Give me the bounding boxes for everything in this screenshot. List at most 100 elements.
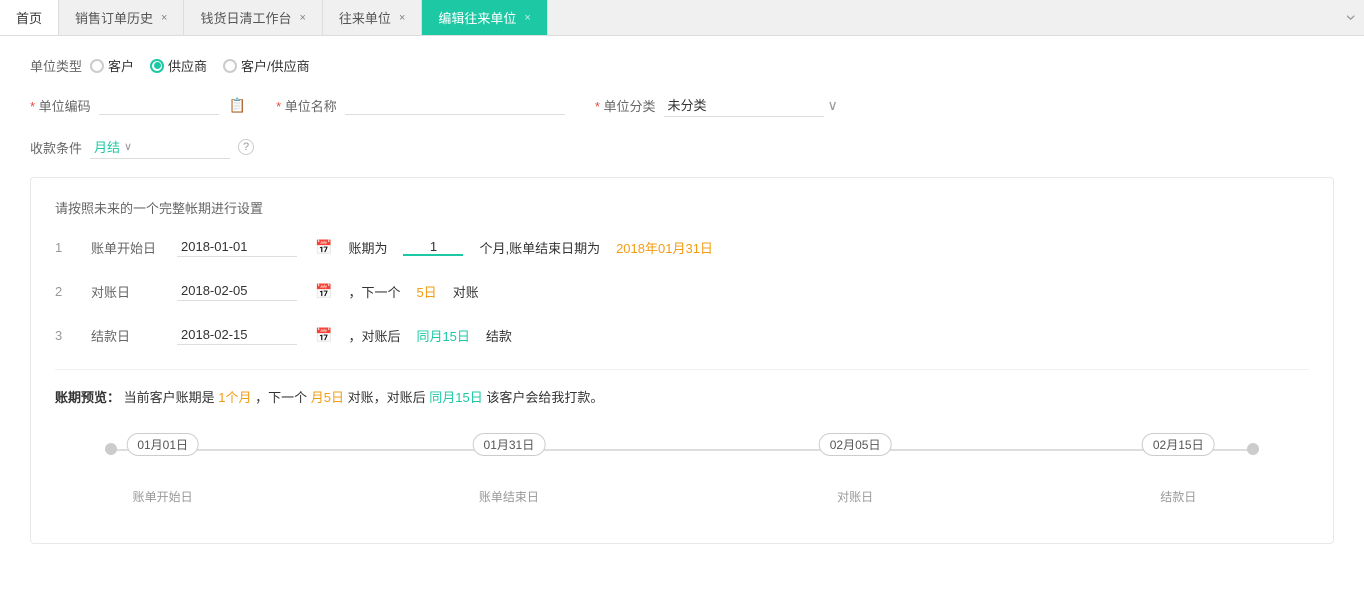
card-title: 请按照未来的一个完整帐期进行设置 <box>55 198 1309 217</box>
unit-type-radio-group: 客户 供应商 客户/供应商 <box>90 56 310 75</box>
timeline-node-1-badge: 01月01日 <box>126 433 199 456</box>
row-3-cal-icon[interactable]: 📅 <box>315 327 332 344</box>
payment-condition-help-icon[interactable]: ? <box>238 139 254 155</box>
data-row-2: 2 对账日 📅 ，下一个 5日 对账 <box>55 281 1309 301</box>
radio-both[interactable]: 客户/供应商 <box>223 56 310 75</box>
tab-sales-history-close[interactable]: × <box>161 12 167 24</box>
tab-sales-history-label: 销售订单历史 <box>75 8 153 27</box>
tab-edit-partner-close[interactable]: × <box>524 12 530 24</box>
preview-text-mid1: ，下一个 <box>255 390 307 405</box>
row-3-label: 结款日 <box>91 326 161 345</box>
unit-class-select-wrapper: 未分类 ∨ <box>664 93 838 117</box>
radio-customer-circle <box>90 59 104 73</box>
tab-home[interactable]: 首页 <box>0 0 59 35</box>
row-3-suffix-pre: ，对账后 <box>348 326 400 345</box>
tab-cash-work-close[interactable]: × <box>299 12 305 24</box>
unit-class-value: 未分类 <box>664 93 824 117</box>
tab-partner-close[interactable]: × <box>399 12 405 24</box>
row-1-suffix-after: 个月,账单结束日期为 <box>479 238 600 257</box>
tab-home-label: 首页 <box>16 8 42 27</box>
payment-condition-field: 收款条件 月结 ∨ ? <box>30 135 254 159</box>
data-row-3: 3 结款日 📅 ，对账后 同月15日 结款 <box>55 325 1309 345</box>
unit-class-dropdown-icon[interactable]: ∨ <box>828 97 838 114</box>
unit-name-field: 单位名称 河南供应商22 <box>276 95 565 115</box>
timeline-node-4: 02月15日 结款日 <box>1142 433 1215 505</box>
timeline-wrapper: 01月01日 账单开始日 01月31日 账单结束日 02月05日 对账日 <box>55 433 1309 513</box>
unit-info-row: 单位编码 000001 📋 单位名称 河南供应商22 单位分类 未分类 ∨ <box>30 93 1334 117</box>
row-1-month-input[interactable] <box>403 239 463 256</box>
unit-code-copy-icon[interactable]: 📋 <box>229 97 246 114</box>
row-3-highlight: 同月15日 <box>416 326 469 345</box>
tab-edit-partner-label: 编辑往来单位 <box>438 8 516 27</box>
payment-condition-select-wrapper[interactable]: 月结 ∨ <box>90 135 230 159</box>
radio-supplier[interactable]: 供应商 <box>150 56 207 75</box>
tab-more-button[interactable]: › <box>1338 0 1364 35</box>
row-2-suffix-pre: ，下一个 <box>348 282 400 301</box>
row-3-num: 3 <box>55 328 75 343</box>
preview-label: 账期预览： <box>55 390 120 405</box>
timeline-node-2: 01月31日 账单结束日 <box>473 433 546 505</box>
row-1-date-input[interactable] <box>177 237 297 257</box>
timeline-node-3: 02月05日 对账日 <box>819 433 892 505</box>
tab-cash-work-label: 钱货日清工作台 <box>200 8 291 27</box>
payment-condition-label: 收款条件 <box>30 138 82 157</box>
row-2-num: 2 <box>55 284 75 299</box>
unit-code-label: 单位编码 <box>30 96 91 115</box>
row-2-label: 对账日 <box>91 282 161 301</box>
timeline-node-1-label: 账单开始日 <box>133 488 193 505</box>
preview-section: 账期预览： 当前客户账期是 1个月 ，下一个 月5日 对账，对账后 同月15日 … <box>55 369 1309 409</box>
unit-class-label: 单位分类 <box>595 96 656 115</box>
timeline-node-3-badge: 02月05日 <box>819 433 892 456</box>
timeline-node-1: 01月01日 账单开始日 <box>126 433 199 505</box>
preview-highlight1: 1个月 <box>218 390 251 405</box>
unit-code-input[interactable]: 000001 <box>99 95 219 115</box>
unit-code-field: 单位编码 000001 📋 <box>30 95 246 115</box>
preview-text-mid2: 对账，对账后 <box>348 390 426 405</box>
preview-text-after: 该客户会给我打款。 <box>486 390 603 405</box>
unit-type-label: 单位类型 <box>30 56 82 75</box>
unit-type-field: 单位类型 客户 供应商 客户/供应商 <box>30 56 310 75</box>
timeline-nodes: 01月01日 账单开始日 01月31日 账单结束日 02月05日 对账日 <box>105 433 1259 513</box>
preview-highlight2: 月5日 <box>311 390 344 405</box>
radio-customer-label: 客户 <box>108 56 134 75</box>
preview-highlight3: 同月15日 <box>429 390 482 405</box>
row-2-date-input[interactable] <box>177 281 297 301</box>
unit-type-row: 单位类型 客户 供应商 客户/供应商 <box>30 56 1334 75</box>
row-1-cal-icon[interactable]: 📅 <box>315 239 332 256</box>
timeline-node-2-badge: 01月31日 <box>473 433 546 456</box>
tab-cash-work[interactable]: 钱货日清工作台 × <box>184 0 322 35</box>
row-1-label: 账单开始日 <box>91 238 161 257</box>
timeline-node-3-label: 对账日 <box>837 488 873 505</box>
timeline-node-4-badge: 02月15日 <box>1142 433 1215 456</box>
row-2-cal-icon[interactable]: 📅 <box>315 283 332 300</box>
payment-condition-value: 月结 <box>94 137 120 156</box>
radio-both-circle <box>223 59 237 73</box>
row-1-suffix-before: 账期为 <box>348 238 387 257</box>
tab-bar: 首页 销售订单历史 × 钱货日清工作台 × 往来单位 × 编辑往来单位 × › <box>0 0 1364 36</box>
radio-supplier-label: 供应商 <box>168 56 207 75</box>
tab-edit-partner[interactable]: 编辑往来单位 × <box>422 0 547 35</box>
tab-partner-label: 往来单位 <box>339 8 391 27</box>
row-3-date-input[interactable] <box>177 325 297 345</box>
timeline-node-4-label: 结款日 <box>1160 488 1196 505</box>
tab-more-icon: › <box>1341 15 1362 21</box>
card-section: 请按照未来的一个完整帐期进行设置 1 账单开始日 📅 账期为 个月,账单结束日期… <box>30 177 1334 544</box>
unit-name-input[interactable]: 河南供应商22 <box>345 95 565 115</box>
row-1-highlight-date: 2018年01月31日 <box>616 238 713 257</box>
radio-both-label: 客户/供应商 <box>241 56 310 75</box>
tab-sales-history[interactable]: 销售订单历史 × <box>59 0 184 35</box>
row-3-suffix-post: 结款 <box>486 326 512 345</box>
timeline-node-2-label: 账单结束日 <box>479 488 539 505</box>
tab-partner[interactable]: 往来单位 × <box>323 0 422 35</box>
unit-class-field: 单位分类 未分类 ∨ <box>595 93 838 117</box>
payment-condition-dropdown-icon: ∨ <box>124 140 132 153</box>
radio-customer[interactable]: 客户 <box>90 56 134 75</box>
payment-condition-row: 收款条件 月结 ∨ ? <box>30 135 1334 159</box>
unit-name-label: 单位名称 <box>276 96 337 115</box>
timeline-container: 01月01日 账单开始日 01月31日 账单结束日 02月05日 对账日 <box>105 433 1259 513</box>
main-content: 单位类型 客户 供应商 客户/供应商 单位编码 000001 <box>0 36 1364 608</box>
data-row-1: 1 账单开始日 📅 账期为 个月,账单结束日期为 2018年01月31日 <box>55 237 1309 257</box>
row-2-suffix-post: 对账 <box>453 282 479 301</box>
row-2-highlight: 5日 <box>416 282 436 301</box>
radio-supplier-circle <box>150 59 164 73</box>
